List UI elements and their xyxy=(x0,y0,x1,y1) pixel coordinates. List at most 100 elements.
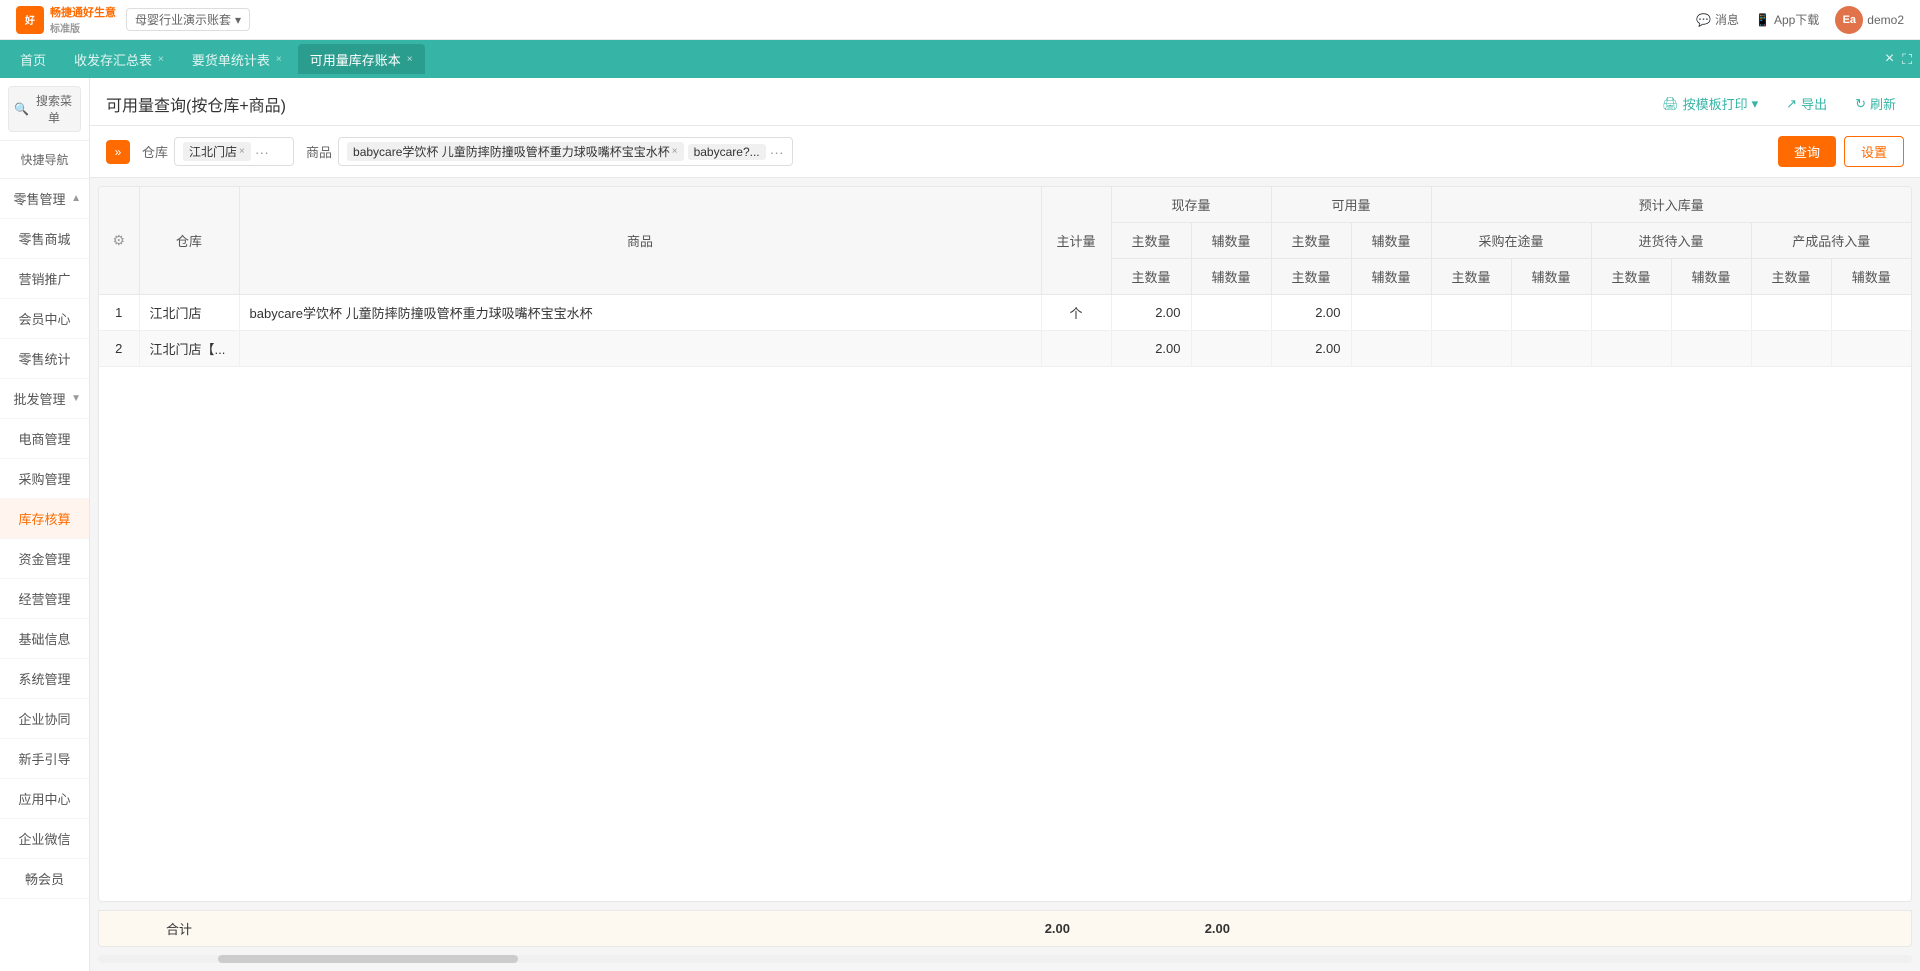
user-profile-btn[interactable]: Ea demo2 xyxy=(1835,6,1904,34)
sidebar-item-basic-info[interactable]: 基础信息 xyxy=(0,619,89,659)
th-stock-aux: 辅数量 xyxy=(1191,223,1271,259)
close-all-tabs-btn[interactable]: × xyxy=(1885,50,1894,68)
tenant-selector[interactable]: 母婴行业演示账套 ▾ xyxy=(126,8,250,31)
sidebar-item-app-center-label: 应用中心 xyxy=(8,789,81,808)
tab-receive-send[interactable]: 收发存汇总表 × xyxy=(62,44,176,74)
th-incoming-group: 预计入库量 xyxy=(1431,187,1911,223)
warehouse-filter-group: 仓库 江北门店 × ··· xyxy=(142,137,294,166)
filter-expand-btn[interactable]: » xyxy=(106,140,130,164)
refresh-btn[interactable]: ↻ 刷新 xyxy=(1847,90,1904,117)
product-filter-input[interactable]: babycare学饮杯 儿童防摔防撞吸管杯重力球吸嘴杯宝宝水杯 × babyca… xyxy=(338,137,793,166)
warehouse-more-icon[interactable]: ··· xyxy=(255,144,269,160)
td-stock-main-2: 2.00 xyxy=(1111,331,1191,367)
sidebar-item-app-center[interactable]: 应用中心 xyxy=(0,779,89,819)
app-download-label: App下载 xyxy=(1774,11,1819,28)
sidebar-item-retail-mall[interactable]: 零售商城 xyxy=(0,219,89,259)
tab-home[interactable]: 首页 xyxy=(8,44,58,74)
logo-text-block: 畅捷通好生意 标准版 xyxy=(50,4,116,35)
app-download-btn[interactable]: 📱 App下载 xyxy=(1755,11,1819,28)
search-icon: 🔍 xyxy=(14,102,29,116)
td-purchase-main-2 xyxy=(1431,331,1511,367)
tab-available-stock[interactable]: 可用量库存账本 × xyxy=(298,44,425,74)
refresh-label: 刷新 xyxy=(1870,94,1896,113)
horizontal-scrollbar[interactable] xyxy=(98,955,1912,963)
export-btn[interactable]: ↗ 导出 xyxy=(1778,90,1835,117)
search-menu-btn[interactable]: 🔍 搜索菜单 xyxy=(8,86,81,132)
top-bar-left: 好 畅捷通好生意 标准版 母婴行业演示账套 ▾ xyxy=(16,4,250,35)
page-header: 可用量查询(按仓库+商品) 🖨 按模板打印 ▾ ↗ 导出 ↻ 刷新 xyxy=(90,78,1920,126)
scrollbar-thumb[interactable] xyxy=(218,955,518,963)
td-prod-wait-main-2 xyxy=(1751,331,1831,367)
th-product: 商品 xyxy=(239,187,1041,295)
th-purchase-group: 采购在途量 xyxy=(1431,223,1591,259)
message-btn[interactable]: 💬 消息 xyxy=(1696,11,1739,28)
tab-order-stats-close[interactable]: × xyxy=(276,54,282,65)
sidebar-item-operations-mgmt-label: 经营管理 xyxy=(8,589,81,608)
sidebar-item-ecommerce-mgmt[interactable]: 电商管理 xyxy=(0,419,89,459)
tab-order-stats[interactable]: 要货单统计表 × xyxy=(180,44,294,74)
sidebar-item-member[interactable]: 畅会员 xyxy=(0,859,89,899)
quick-nav-area: 快捷导航 xyxy=(0,141,89,179)
sidebar-item-member-center[interactable]: 会员中心 xyxy=(0,299,89,339)
warehouse-tag-remove[interactable]: × xyxy=(239,146,245,157)
th-stock-aux-2: 辅数量 xyxy=(1191,259,1271,295)
sidebar-item-retail-stats-label: 零售统计 xyxy=(8,349,81,368)
th-purchase-main: 主数量 xyxy=(1431,259,1511,295)
sidebar-item-finance-mgmt[interactable]: 资金管理 xyxy=(0,539,89,579)
warehouse-tag: 江北门店 × xyxy=(183,142,251,161)
sidebar-item-retail-stats[interactable]: 零售统计 xyxy=(0,339,89,379)
edition-badge: 标准版 xyxy=(50,20,116,35)
print-btn[interactable]: 🖨 按模板打印 ▾ xyxy=(1654,90,1766,117)
search-menu-label: 搜索菜单 xyxy=(33,92,75,126)
table-footer: 合计 2.00 2.00 xyxy=(98,910,1912,947)
warehouse-tag-text: 江北门店 xyxy=(189,143,237,160)
th-available-group: 可用量 xyxy=(1271,187,1431,223)
td-product-1: babycare学饮杯 儿童防摔防撞吸管杯重力球吸嘴杯宝宝水杯 xyxy=(239,295,1041,331)
sidebar-item-enterprise-collab[interactable]: 企业协同 xyxy=(0,699,89,739)
td-product-2 xyxy=(239,331,1041,367)
query-btn[interactable]: 查询 xyxy=(1778,136,1836,167)
sidebar-item-marketing[interactable]: 营销推广 xyxy=(0,259,89,299)
tenant-dropdown-icon: ▾ xyxy=(235,13,241,27)
product-more-icon[interactable]: ··· xyxy=(770,144,784,160)
fullscreen-btn[interactable]: ⛶ xyxy=(1902,51,1912,68)
sidebar-item-new-guide[interactable]: 新手引导 xyxy=(0,739,89,779)
td-stock-main-1: 2.00 xyxy=(1111,295,1191,331)
sidebar-item-purchase-mgmt[interactable]: 采购管理 xyxy=(0,459,89,499)
sidebar-item-enterprise-wechat[interactable]: 企业微信 xyxy=(0,819,89,859)
td-purchase-aux-2 xyxy=(1511,331,1591,367)
td-available-aux-1 xyxy=(1351,295,1431,331)
sidebar-item-retail-mgmt[interactable]: 零售管理 ▲ xyxy=(0,179,89,219)
main-layout: 🔍 搜索菜单 快捷导航 零售管理 ▲ 零售商城 营销推广 会员中心 零售统计 批… xyxy=(0,78,1920,971)
sidebar-item-retail-mall-label: 零售商城 xyxy=(8,229,81,248)
tab-available-stock-close[interactable]: × xyxy=(407,54,413,65)
sidebar-item-new-guide-label: 新手引导 xyxy=(8,749,81,768)
table-row: 2 江北门店【... 2.00 2.00 xyxy=(99,331,1911,367)
sidebar-item-finance-mgmt-label: 资金管理 xyxy=(8,549,81,568)
td-po-wait-aux-2 xyxy=(1671,331,1751,367)
settings-btn[interactable]: 设置 xyxy=(1844,136,1904,167)
product-tag-1-remove[interactable]: × xyxy=(672,146,678,157)
sidebar-item-enterprise-collab-label: 企业协同 xyxy=(8,709,81,728)
print-dropdown-icon: ▾ xyxy=(1752,96,1759,112)
td-unit-2 xyxy=(1041,331,1111,367)
sidebar-item-inventory[interactable]: 库存核算 xyxy=(0,499,89,539)
sidebar-item-wholesale-mgmt-label: 批发管理 xyxy=(8,389,71,408)
tab-receive-send-close[interactable]: × xyxy=(158,54,164,65)
sidebar-item-ecommerce-mgmt-label: 电商管理 xyxy=(8,429,81,448)
th-warehouse: 仓库 xyxy=(139,187,239,295)
sidebar-item-system-mgmt[interactable]: 系统管理 xyxy=(0,659,89,699)
sidebar-item-operations-mgmt[interactable]: 经营管理 xyxy=(0,579,89,619)
quick-nav-btn[interactable]: 快捷导航 xyxy=(6,147,83,172)
th-settings[interactable]: ⚙ xyxy=(99,187,139,295)
td-warehouse-2: 江北门店【... xyxy=(139,331,239,367)
td-prod-wait-aux-1 xyxy=(1831,295,1911,331)
settings-gear-icon: ⚙ xyxy=(112,232,125,248)
footer-values: 2.00 2.00 xyxy=(249,921,1901,936)
avatar: Ea xyxy=(1835,6,1863,34)
sidebar-item-wholesale-mgmt[interactable]: 批发管理 ▼ xyxy=(0,379,89,419)
th-unit: 主计量 xyxy=(1041,187,1111,295)
th-available-main-2: 主数量 xyxy=(1271,259,1351,295)
warehouse-filter-input[interactable]: 江北门店 × ··· xyxy=(174,137,294,166)
tab-receive-send-label: 收发存汇总表 xyxy=(74,50,152,69)
